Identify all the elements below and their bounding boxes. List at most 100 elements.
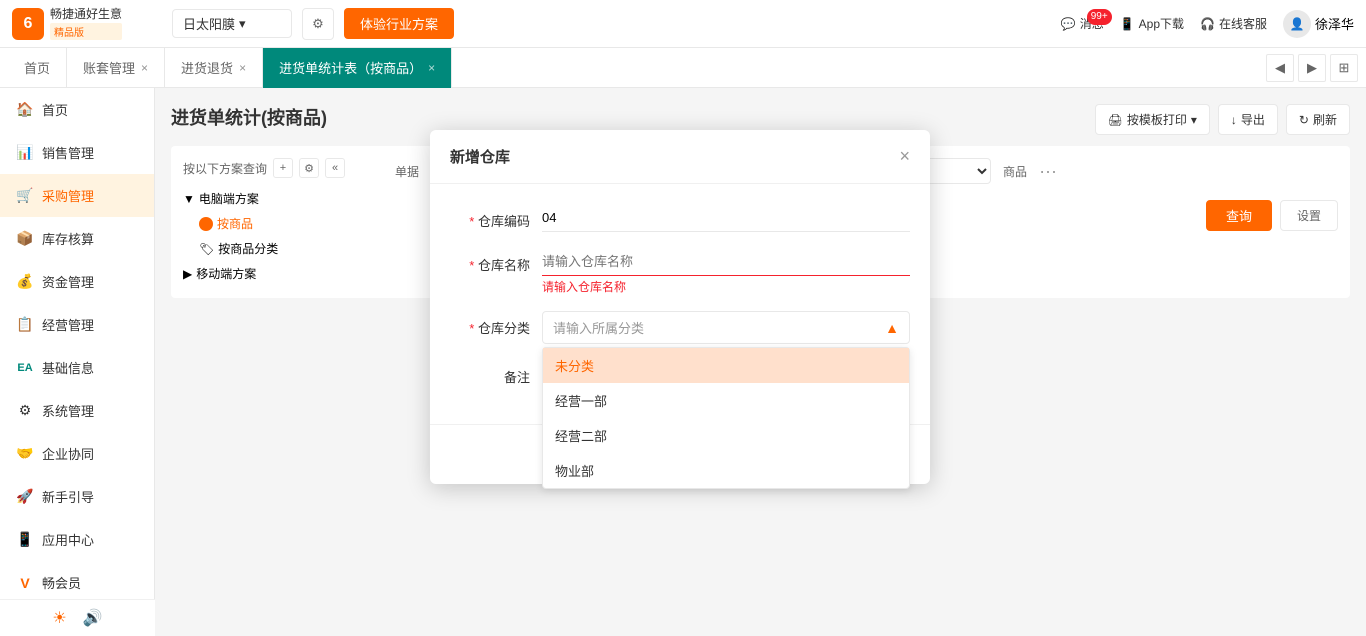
tab-home-label: 首页 bbox=[24, 58, 50, 77]
tab-bar: 首页 账套管理 × 进货退货 × 进货单统计表（按商品） × ◀ ▶ ⊞ bbox=[0, 48, 1366, 88]
filter-goods-label: 商品 bbox=[1003, 163, 1027, 180]
query-label: 按以下方案查询 bbox=[183, 160, 267, 177]
sidebar-vip-label: 畅会员 bbox=[42, 573, 81, 592]
message-button[interactable]: 💬 消息 99+ bbox=[1061, 15, 1104, 32]
category-label: * 仓库分类 bbox=[450, 311, 530, 337]
print-icon: 🖨 bbox=[1108, 113, 1123, 127]
tab-account-close[interactable]: × bbox=[141, 61, 148, 75]
system-icon: ⚙ bbox=[16, 402, 34, 420]
enterprise-icon: 🤝 bbox=[16, 445, 34, 463]
logo-area: 6 畅捷通好生意 精品版 bbox=[12, 7, 162, 40]
dialog-close-button[interactable]: × bbox=[899, 146, 910, 167]
basic-info-icon: EA bbox=[16, 359, 34, 377]
sidebar-inventory-label: 库存核算 bbox=[42, 229, 94, 248]
name-label: * 仓库名称 bbox=[450, 248, 530, 274]
tab-purchase-stats-close[interactable]: × bbox=[428, 61, 435, 75]
tab-left-button[interactable]: ◀ bbox=[1266, 54, 1294, 82]
sidebar-purchase-label: 采购管理 bbox=[42, 186, 94, 205]
print-button[interactable]: 🖨 按模板打印 ▾ bbox=[1095, 104, 1210, 135]
code-input[interactable] bbox=[542, 204, 910, 232]
tab-home[interactable]: 首页 bbox=[8, 48, 67, 88]
sidebar-item-finance[interactable]: 💰 资金管理 bbox=[0, 260, 154, 303]
tree-node-mobile[interactable]: ▶ 移动端方案 bbox=[183, 261, 383, 286]
sidebar-item-basic-info[interactable]: EA 基础信息 bbox=[0, 346, 154, 389]
refresh-button[interactable]: ↻ 刷新 bbox=[1286, 104, 1350, 135]
name-input[interactable] bbox=[542, 248, 910, 276]
edit-scheme-button[interactable]: ⚙ bbox=[299, 158, 319, 178]
sidebar-sales-label: 销售管理 bbox=[42, 143, 94, 162]
dialog-title: 新增仓库 bbox=[450, 146, 510, 167]
tree-expand-icon: ▼ bbox=[183, 192, 195, 206]
form-row-code: * 仓库编码 bbox=[450, 204, 910, 232]
sidebar-item-apps[interactable]: 📱 应用中心 bbox=[0, 518, 154, 561]
dialog-header: 新增仓库 × bbox=[430, 130, 930, 184]
sidebar-home-label: 首页 bbox=[42, 100, 68, 119]
app-name: 畅捷通好生意 bbox=[50, 7, 122, 23]
tree-node-by-category[interactable]: 🏷 按商品分类 bbox=[199, 236, 383, 261]
dropdown-item-2[interactable]: 经营二部 bbox=[543, 418, 909, 453]
tab-menu-button[interactable]: ⊞ bbox=[1330, 54, 1358, 82]
name-required-star: * bbox=[469, 258, 474, 273]
dropdown-item-0[interactable]: 未分类 bbox=[543, 348, 909, 383]
chevron-up-icon: ▲ bbox=[885, 320, 899, 336]
tree-node-pc[interactable]: ▼ 电脑端方案 bbox=[183, 186, 383, 211]
sidebar-item-purchase[interactable]: 🛒 采购管理 bbox=[0, 174, 154, 217]
sidebar-item-enterprise[interactable]: 🤝 企业协同 bbox=[0, 432, 154, 475]
sidebar-item-vip[interactable]: V 畅会员 bbox=[0, 561, 154, 604]
theme-icon[interactable]: ☀ bbox=[52, 608, 66, 628]
tab-purchase-return-close[interactable]: × bbox=[239, 61, 246, 75]
tab-right-button[interactable]: ▶ bbox=[1298, 54, 1326, 82]
print-chevron: ▾ bbox=[1191, 113, 1197, 127]
app-logo: 6 bbox=[12, 8, 44, 40]
dropdown-item-3[interactable]: 物业部 bbox=[543, 453, 909, 488]
sidebar-item-guide[interactable]: 🚀 新手引导 bbox=[0, 475, 154, 518]
gear-icon: ⚙ bbox=[312, 16, 324, 32]
store-selector[interactable]: 日太阳膜 ▾ bbox=[172, 9, 292, 38]
filter-goods-dots: ··· bbox=[1039, 161, 1057, 182]
trial-button[interactable]: 体验行业方案 bbox=[344, 8, 454, 39]
collapse-scheme-button[interactable]: « bbox=[325, 158, 345, 178]
guide-icon: 🚀 bbox=[16, 488, 34, 506]
sidebar-item-inventory[interactable]: 📦 库存核算 bbox=[0, 217, 154, 260]
tab-purchase-stats[interactable]: 进货单统计表（按商品） × bbox=[263, 48, 452, 88]
by-category-label: 按商品分类 bbox=[218, 240, 278, 257]
operations-icon: 📋 bbox=[16, 316, 34, 334]
sidebar-item-system[interactable]: ⚙ 系统管理 bbox=[0, 389, 154, 432]
sound-icon[interactable]: 🔊 bbox=[83, 608, 103, 628]
add-scheme-button[interactable]: + bbox=[273, 158, 293, 178]
settings-button[interactable]: 设置 bbox=[1280, 200, 1338, 231]
sales-icon: 📊 bbox=[16, 144, 34, 162]
sidebar-operations-label: 经营管理 bbox=[42, 315, 94, 334]
new-warehouse-dialog: 新增仓库 × * 仓库编码 * 仓库名称 请输入仓库名称 * bbox=[430, 130, 930, 484]
category-select-input[interactable]: 请输入所属分类 ▲ bbox=[542, 311, 910, 344]
code-required-star: * bbox=[469, 214, 474, 229]
scheme-panel: 按以下方案查询 + ⚙ « ▼ 电脑端方案 按商品 bbox=[183, 158, 383, 286]
category-icon: 🏷 bbox=[199, 242, 214, 256]
export-icon: ↓ bbox=[1231, 113, 1237, 127]
message-badge: 99+ bbox=[1087, 9, 1112, 25]
online-service-label: 在线客服 bbox=[1219, 15, 1267, 32]
tab-account-label: 账套管理 bbox=[83, 58, 135, 77]
gear-button[interactable]: ⚙ bbox=[302, 8, 334, 40]
print-label: 按模板打印 bbox=[1127, 111, 1187, 128]
export-label: 导出 bbox=[1241, 111, 1265, 128]
sidebar-item-operations[interactable]: 📋 经营管理 bbox=[0, 303, 154, 346]
sidebar-apps-label: 应用中心 bbox=[42, 530, 94, 549]
dropdown-item-1[interactable]: 经营一部 bbox=[543, 383, 909, 418]
query-button[interactable]: 查询 bbox=[1206, 200, 1272, 231]
user-avatar[interactable]: 👤 徐泽华 bbox=[1283, 10, 1354, 38]
tree-pc-label: 电脑端方案 bbox=[199, 190, 259, 207]
app-badge: 精品版 bbox=[50, 23, 122, 40]
app-download-button[interactable]: 📱 App下载 bbox=[1120, 15, 1184, 32]
export-button[interactable]: ↓ 导出 bbox=[1218, 104, 1278, 135]
sidebar-item-home[interactable]: 🏠 首页 bbox=[0, 88, 154, 131]
tab-purchase-return[interactable]: 进货退货 × bbox=[165, 48, 263, 88]
category-placeholder: 请输入所属分类 bbox=[553, 318, 644, 337]
sidebar-system-label: 系统管理 bbox=[42, 401, 94, 420]
orange-dot bbox=[199, 217, 213, 231]
tab-account[interactable]: 账套管理 × bbox=[67, 48, 165, 88]
sidebar-item-sales[interactable]: 📊 销售管理 bbox=[0, 131, 154, 174]
tab-purchase-return-label: 进货退货 bbox=[181, 58, 233, 77]
tree-node-by-product[interactable]: 按商品 bbox=[199, 211, 383, 236]
online-service-button[interactable]: 🎧 在线客服 bbox=[1200, 15, 1267, 32]
